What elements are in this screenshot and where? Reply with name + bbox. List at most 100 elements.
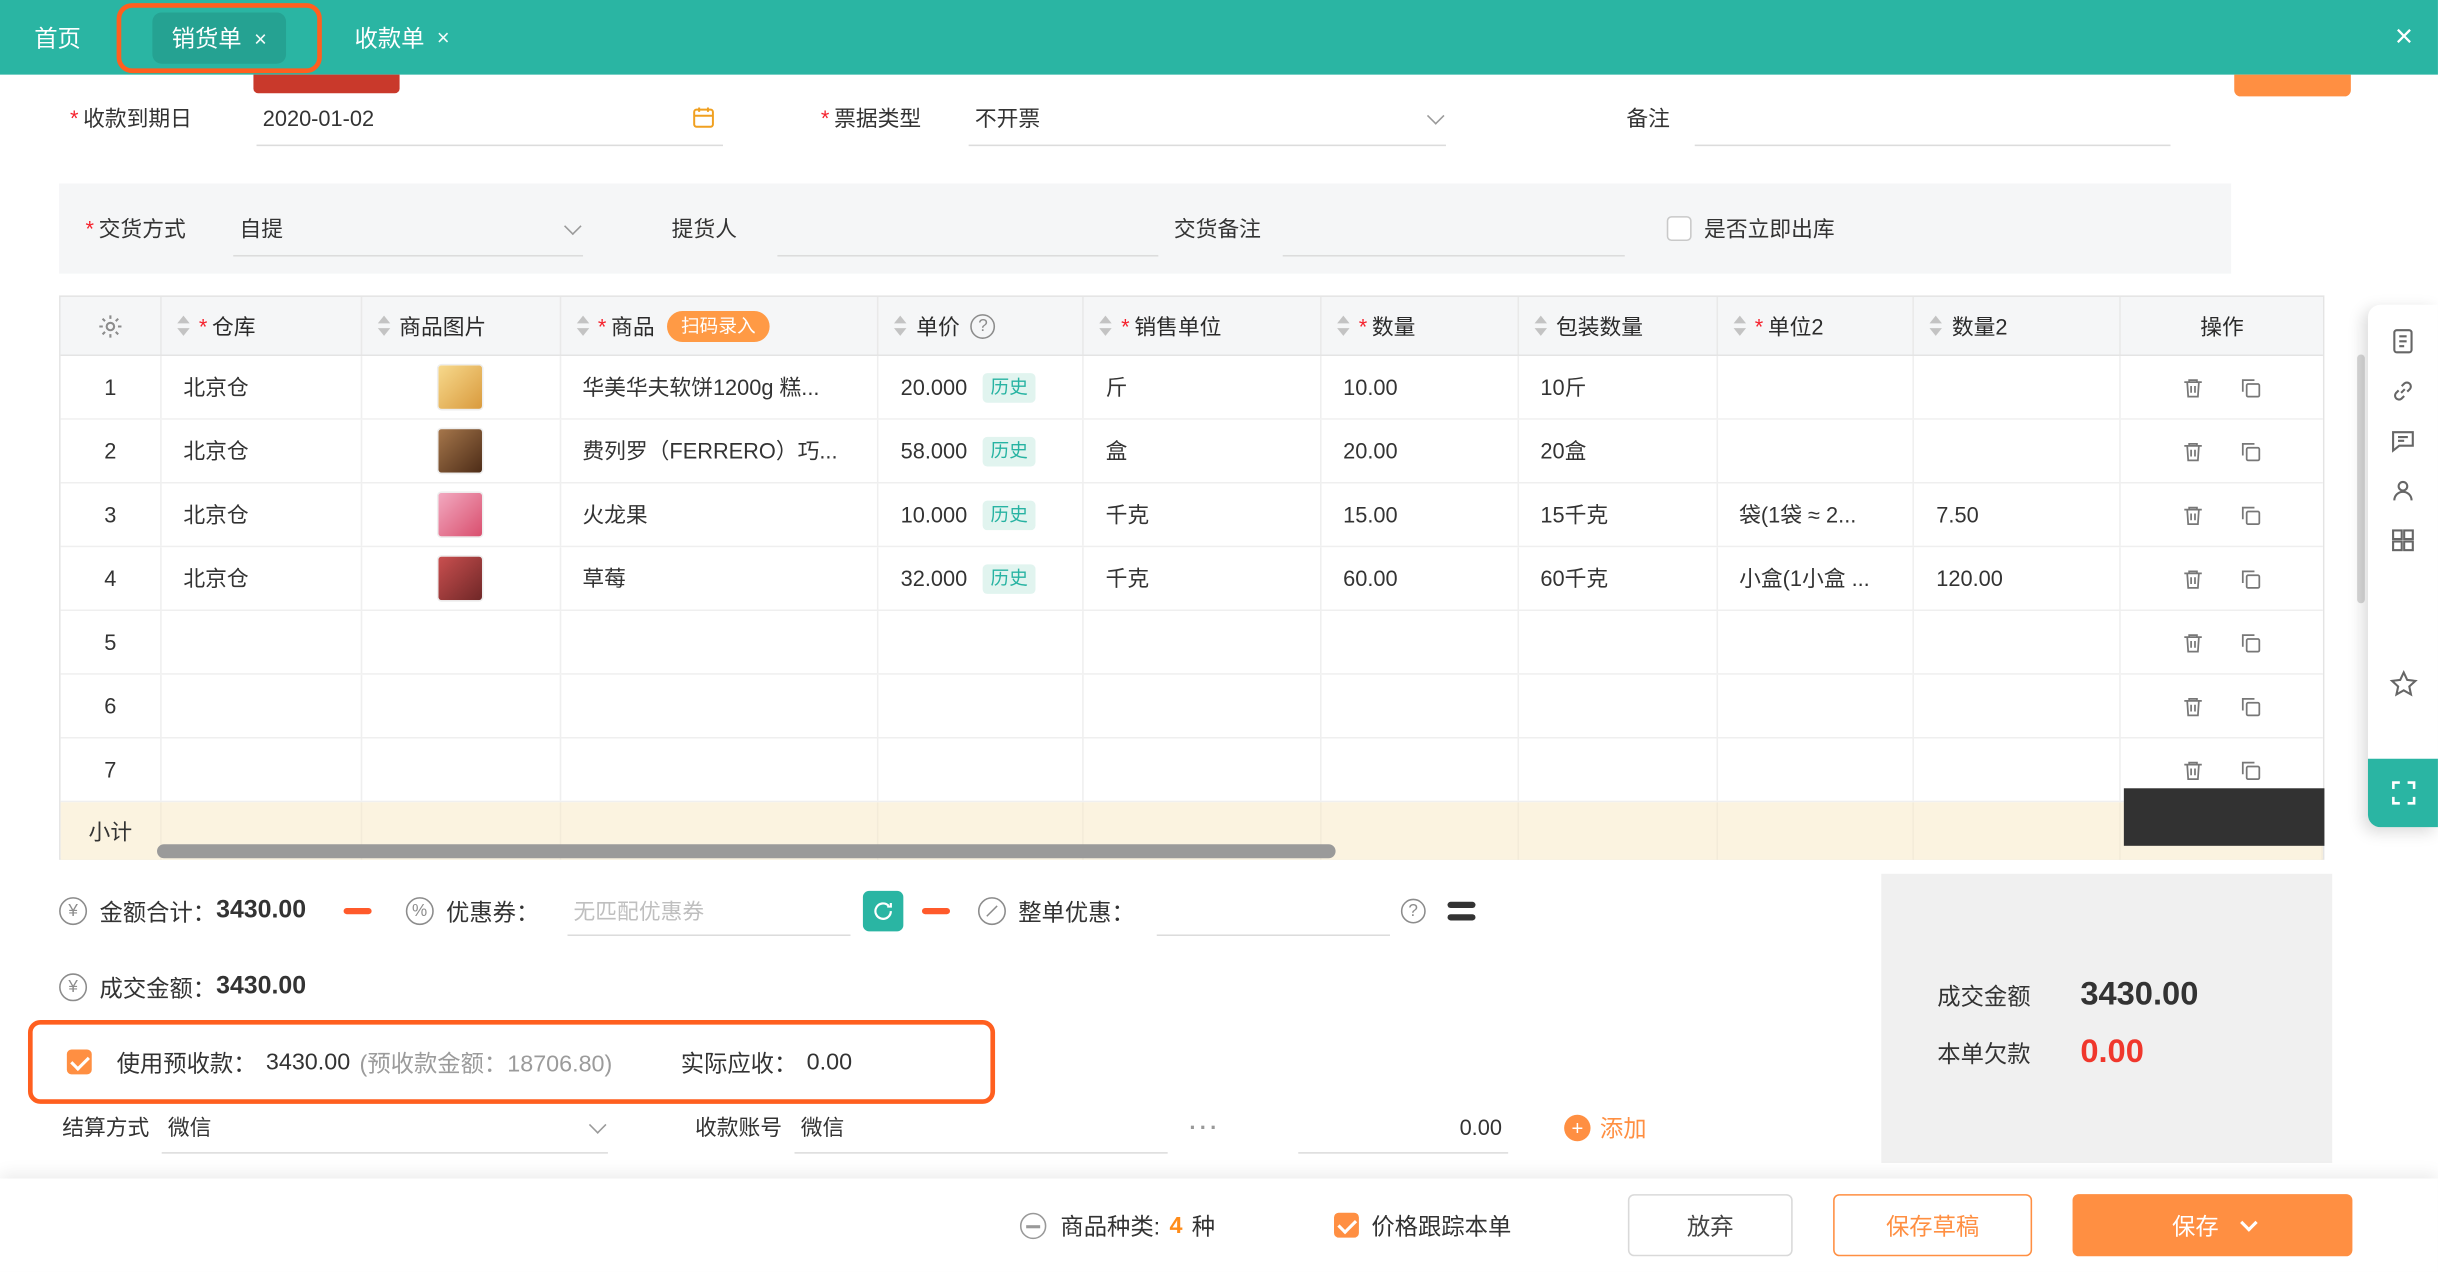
delete-row-icon[interactable]	[2182, 758, 2205, 781]
pkg-qty-cell[interactable]: 15千克	[1519, 483, 1718, 546]
pkg-qty-cell[interactable]	[1519, 738, 1718, 801]
star-icon[interactable]	[2387, 669, 2418, 700]
qty2-cell[interactable]: 7.50	[1915, 483, 2122, 546]
product-image-cell[interactable]	[362, 738, 561, 801]
sort-icon[interactable]	[1099, 315, 1112, 336]
price-cell[interactable]: 58.000 历史	[879, 419, 1084, 482]
product-cell[interactable]: 华美华夫软饼1200g 糕...	[561, 356, 879, 419]
qty-column-header[interactable]: 数量	[1321, 296, 1519, 355]
delete-row-icon[interactable]	[2182, 439, 2205, 462]
add-payment-button[interactable]: 添加	[1564, 1111, 1647, 1144]
scan-entry-badge[interactable]: 扫码录入	[667, 310, 770, 342]
history-badge[interactable]: 历史	[982, 436, 1036, 466]
help-icon[interactable]	[1400, 898, 1426, 924]
sort-icon[interactable]	[894, 315, 907, 336]
product-cell[interactable]: 火龙果	[561, 483, 879, 546]
coupon-input[interactable]: 无匹配优惠券	[567, 886, 851, 936]
price-cell[interactable]: 10.000 历史	[879, 483, 1084, 546]
qty2-cell[interactable]: 120.00	[1915, 547, 2122, 610]
pkg-qty-column-header[interactable]: 包装数量	[1519, 296, 1718, 355]
delivery-remark-input[interactable]	[1282, 201, 1625, 257]
sale-unit-cell[interactable]	[1084, 674, 1322, 737]
sort-icon[interactable]	[177, 315, 190, 336]
product-image[interactable]	[437, 427, 484, 475]
unit2-cell[interactable]	[1717, 674, 1915, 737]
qty-cell[interactable]: 20.00	[1321, 419, 1519, 482]
copy-row-icon[interactable]	[2239, 694, 2262, 717]
unit2-cell[interactable]	[1717, 611, 1915, 674]
qty2-cell[interactable]	[1915, 674, 2122, 737]
price-cell[interactable]	[879, 674, 1084, 737]
abandon-button[interactable]: 放弃	[1627, 1194, 1793, 1257]
qty2-cell[interactable]	[1915, 419, 2122, 482]
qty2-cell[interactable]	[1915, 611, 2122, 674]
product-cell[interactable]: 草莓	[561, 547, 879, 610]
copy-row-icon[interactable]	[2239, 630, 2262, 653]
sale-unit-cell[interactable]	[1084, 611, 1322, 674]
product-cell[interactable]	[561, 611, 879, 674]
sale-unit-cell[interactable]: 千克	[1084, 483, 1322, 546]
use-prepayment-checkbox[interactable]	[66, 1049, 92, 1075]
price-cell[interactable]: 32.000 历史	[879, 547, 1084, 610]
toolbar-button-fragment[interactable]	[2234, 74, 2351, 97]
gear-icon[interactable]	[96, 312, 124, 340]
copy-row-icon[interactable]	[2239, 503, 2262, 526]
product-image-cell[interactable]	[362, 547, 561, 610]
price-cell[interactable]	[879, 611, 1084, 674]
sale-unit-cell[interactable]	[1084, 738, 1322, 801]
price-column-header[interactable]: 单价	[879, 296, 1084, 355]
amount-input[interactable]: 0.00	[1298, 1101, 1509, 1154]
qty-cell[interactable]: 10.00	[1321, 356, 1519, 419]
horizontal-scrollbar[interactable]	[157, 844, 1336, 859]
unit2-cell[interactable]	[1717, 738, 1915, 801]
due-date-input[interactable]: 2020-01-02	[256, 90, 723, 147]
unit2-cell[interactable]: 袋(1袋 ≈ 2...	[1717, 483, 1915, 546]
warehouse-cell[interactable]: 北京仓	[162, 483, 362, 546]
contact-icon[interactable]	[2388, 476, 2418, 506]
history-badge[interactable]: 历史	[982, 499, 1036, 530]
warehouse-cell[interactable]: 北京仓	[162, 419, 362, 482]
pkg-qty-cell[interactable]	[1519, 611, 1718, 674]
help-icon[interactable]	[970, 313, 996, 339]
sort-icon[interactable]	[377, 315, 390, 336]
product-image-cell[interactable]	[362, 483, 561, 546]
link-icon[interactable]	[2388, 376, 2418, 406]
sort-icon[interactable]	[1732, 315, 1746, 336]
pkg-qty-cell[interactable]: 60千克	[1519, 547, 1718, 610]
sale-unit-cell[interactable]: 盒	[1084, 419, 1322, 482]
tab-home[interactable]: 首页	[34, 0, 81, 75]
warehouse-cell[interactable]	[162, 738, 362, 801]
delete-row-icon[interactable]	[2182, 630, 2205, 653]
product-column-header[interactable]: 商品扫码录入	[561, 296, 879, 355]
delete-row-icon[interactable]	[2182, 503, 2205, 526]
sort-icon[interactable]	[1336, 315, 1350, 336]
chat-icon[interactable]	[2388, 426, 2418, 456]
pkg-qty-cell[interactable]	[1519, 674, 1718, 737]
warehouse-cell[interactable]: 北京仓	[162, 547, 362, 610]
copy-row-icon[interactable]	[2239, 567, 2262, 590]
history-badge[interactable]: 历史	[982, 372, 1036, 402]
price-track-checkbox[interactable]	[1334, 1212, 1359, 1238]
product-image-cell[interactable]	[362, 419, 561, 482]
delete-row-icon[interactable]	[2182, 375, 2205, 398]
product-cell[interactable]	[561, 738, 879, 801]
qty-cell[interactable]: 15.00	[1321, 483, 1519, 546]
qty-cell[interactable]	[1321, 738, 1519, 801]
apps-grid-icon[interactable]	[2388, 526, 2418, 556]
qty2-cell[interactable]	[1915, 356, 2122, 419]
qty-cell[interactable]	[1321, 611, 1519, 674]
more-options-icon[interactable]: ···	[1189, 1115, 1220, 1140]
qty-cell[interactable]	[1321, 674, 1519, 737]
product-image[interactable]	[437, 555, 484, 602]
pkg-qty-cell[interactable]: 20盒	[1519, 419, 1718, 482]
warehouse-cell[interactable]	[162, 674, 362, 737]
unit2-column-header[interactable]: 单位2	[1717, 296, 1915, 355]
product-image-cell[interactable]	[362, 611, 561, 674]
sort-icon[interactable]	[1534, 315, 1547, 336]
copy-row-icon[interactable]	[2239, 375, 2262, 398]
column-settings-header[interactable]	[61, 296, 162, 355]
warehouse-cell[interactable]: 北京仓	[162, 356, 362, 419]
qty2-cell[interactable]	[1915, 738, 2122, 801]
fullscreen-button[interactable]	[2367, 758, 2438, 828]
delete-row-icon[interactable]	[2182, 694, 2205, 717]
